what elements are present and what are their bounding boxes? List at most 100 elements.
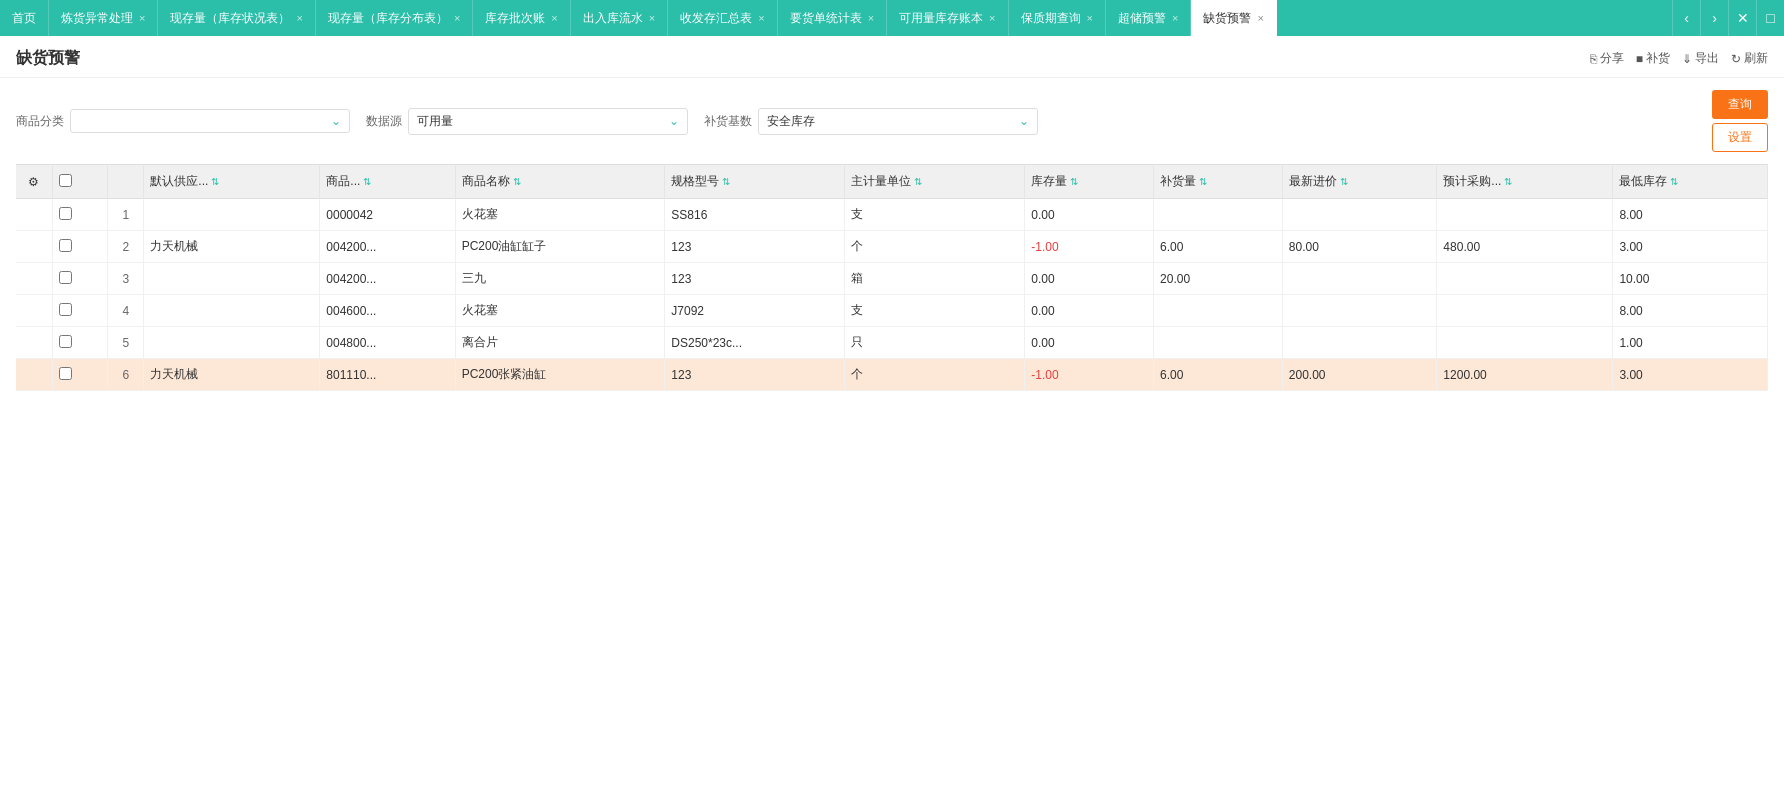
replenish-base-select[interactable]: 安全库存 ⌄ [758,108,1038,135]
th-unit[interactable]: 主计量单位 ⇅ [845,165,1025,199]
row-checkbox-cell[interactable] [52,359,108,391]
row-num-cell: 3 [108,263,144,295]
row-unit-cell: 个 [845,231,1025,263]
datasource-label: 数据源 [366,113,402,130]
row-checkbox-cell[interactable] [52,231,108,263]
tab-expiry-query[interactable]: 保质期查询 × [1009,0,1106,36]
row-checkbox[interactable] [59,335,72,348]
th-gear[interactable]: ⚙ [16,165,52,199]
table-row: 1 0000042 火花塞 SS816 支 0.00 8.00 [16,199,1768,231]
th-supplier[interactable]: 默认供应... ⇅ [144,165,320,199]
close-tab-available-ledger[interactable]: × [989,12,995,24]
close-tab-shortage[interactable]: × [1257,12,1263,24]
th-min-stock[interactable]: 最低库存 ⇅ [1613,165,1768,199]
tab-bar: 首页 炼货异常处理 × 现存量（库存状况表） × 现存量（库存分布表） × 库存… [0,0,1784,36]
row-replenish-cell [1154,199,1283,231]
th-checkbox[interactable] [52,165,108,199]
tab-nav-buttons: ‹ › ✕ □ [1672,0,1784,36]
table-row: 6 力天机械 801110... PC200张紧油缸 123 个 -1.00 6… [16,359,1768,391]
th-goods-code[interactable]: 商品... ⇅ [320,165,455,199]
close-tab-batch-ledger[interactable]: × [551,12,557,24]
tab-stock-dist[interactable]: 现存量（库存分布表） × [316,0,473,36]
row-min-stock-cell: 8.00 [1613,295,1768,327]
row-latest-price-cell: 200.00 [1282,359,1437,391]
tab-receive-summary[interactable]: 收发存汇总表 × [668,0,777,36]
table-row: 5 004800... 离合片 DS250*23c... 只 0.00 1.00 [16,327,1768,359]
tab-available-ledger[interactable]: 可用量库存账本 × [887,0,1008,36]
row-spec-cell: DS250*23c... [665,327,845,359]
row-spec-cell: J7092 [665,295,845,327]
th-goods-name[interactable]: 商品名称 ⇅ [455,165,665,199]
row-checkbox[interactable] [59,207,72,220]
tab-order-stats[interactable]: 要货单统计表 × [778,0,887,36]
row-goods-name-cell: 火花塞 [455,199,665,231]
th-spec[interactable]: 规格型号 ⇅ [665,165,845,199]
th-replenish[interactable]: 补货量 ⇅ [1154,165,1283,199]
row-replenish-cell: 20.00 [1154,263,1283,295]
export-button[interactable]: ⇓ 导出 [1682,50,1719,67]
select-all-checkbox[interactable] [59,174,72,187]
row-spec-cell: 123 [665,359,845,391]
table-body: 1 0000042 火花塞 SS816 支 0.00 8.00 2 力天机械 0… [16,199,1768,391]
tab-overstock[interactable]: 超储预警 × [1106,0,1191,36]
th-latest-price[interactable]: 最新进价 ⇅ [1282,165,1437,199]
row-gear-cell [16,295,52,327]
sort-unit-icon: ⇅ [914,176,922,187]
row-gear-cell [16,263,52,295]
close-tab-order-stats[interactable]: × [868,12,874,24]
tab-close-all[interactable]: ✕ [1728,0,1756,36]
tab-expand[interactable]: □ [1756,0,1784,36]
close-tab-abnormal[interactable]: × [139,12,145,24]
close-tab-receive-summary[interactable]: × [758,12,764,24]
settings-button[interactable]: 设置 [1712,123,1768,152]
row-min-stock-cell: 1.00 [1613,327,1768,359]
row-checkbox[interactable] [59,367,72,380]
row-stock-cell: 0.00 [1025,263,1154,295]
row-checkbox-cell[interactable] [52,295,108,327]
tab-scroll-right[interactable]: › [1700,0,1728,36]
tab-scroll-left[interactable]: ‹ [1672,0,1700,36]
row-spec-cell: 123 [665,263,845,295]
tab-inout-flow[interactable]: 出入库流水 × [571,0,668,36]
share-button[interactable]: ⎘ 分享 [1590,50,1624,67]
row-latest-price-cell [1282,295,1437,327]
row-checkbox[interactable] [59,239,72,252]
row-supplier-cell [144,263,320,295]
row-goods-name-cell: 火花塞 [455,295,665,327]
row-min-stock-cell: 10.00 [1613,263,1768,295]
close-tab-overstock[interactable]: × [1172,12,1178,24]
row-checkbox-cell[interactable] [52,327,108,359]
row-checkbox[interactable] [59,271,72,284]
row-goods-code-cell: 0000042 [320,199,455,231]
table-wrap: ⚙ 默认供应... ⇅ 商品... [0,164,1784,391]
close-tab-inout-flow[interactable]: × [649,12,655,24]
main-content: 缺货预警 ⎘ 分享 ■ 补货 ⇓ 导出 ↻ 刷新 商品分类 [0,36,1784,796]
tab-stock-status[interactable]: 现存量（库存状况表） × [158,0,315,36]
close-tab-stock-status[interactable]: × [296,12,302,24]
tab-home[interactable]: 首页 [0,0,49,36]
category-chevron-icon: ⌄ [331,114,341,128]
row-checkbox[interactable] [59,303,72,316]
row-unit-cell: 箱 [845,263,1025,295]
gear-icon[interactable]: ⚙ [28,175,39,189]
close-tab-stock-dist[interactable]: × [454,12,460,24]
row-goods-name-cell: PC200油缸缸子 [455,231,665,263]
row-est-purchase-cell: 480.00 [1437,231,1613,263]
refresh-icon: ↻ [1731,52,1741,66]
tab-shortage[interactable]: 缺货预警 × [1191,0,1276,36]
row-checkbox-cell[interactable] [52,199,108,231]
replenish-button[interactable]: ■ 补货 [1636,50,1670,67]
datasource-select[interactable]: 可用量 ⌄ [408,108,688,135]
category-select[interactable]: ⌄ [70,109,350,133]
row-replenish-cell: 6.00 [1154,231,1283,263]
close-tab-expiry-query[interactable]: × [1087,12,1093,24]
query-button[interactable]: 查询 [1712,90,1768,119]
row-checkbox-cell[interactable] [52,263,108,295]
row-est-purchase-cell: 1200.00 [1437,359,1613,391]
th-stock[interactable]: 库存量 ⇅ [1025,165,1154,199]
tab-batch-ledger[interactable]: 库存批次账 × [473,0,570,36]
refresh-button[interactable]: ↻ 刷新 [1731,50,1768,67]
th-est-purchase[interactable]: 预计采购... ⇅ [1437,165,1613,199]
tab-abnormal[interactable]: 炼货异常处理 × [49,0,158,36]
sort-goods-name-icon: ⇅ [513,176,521,187]
